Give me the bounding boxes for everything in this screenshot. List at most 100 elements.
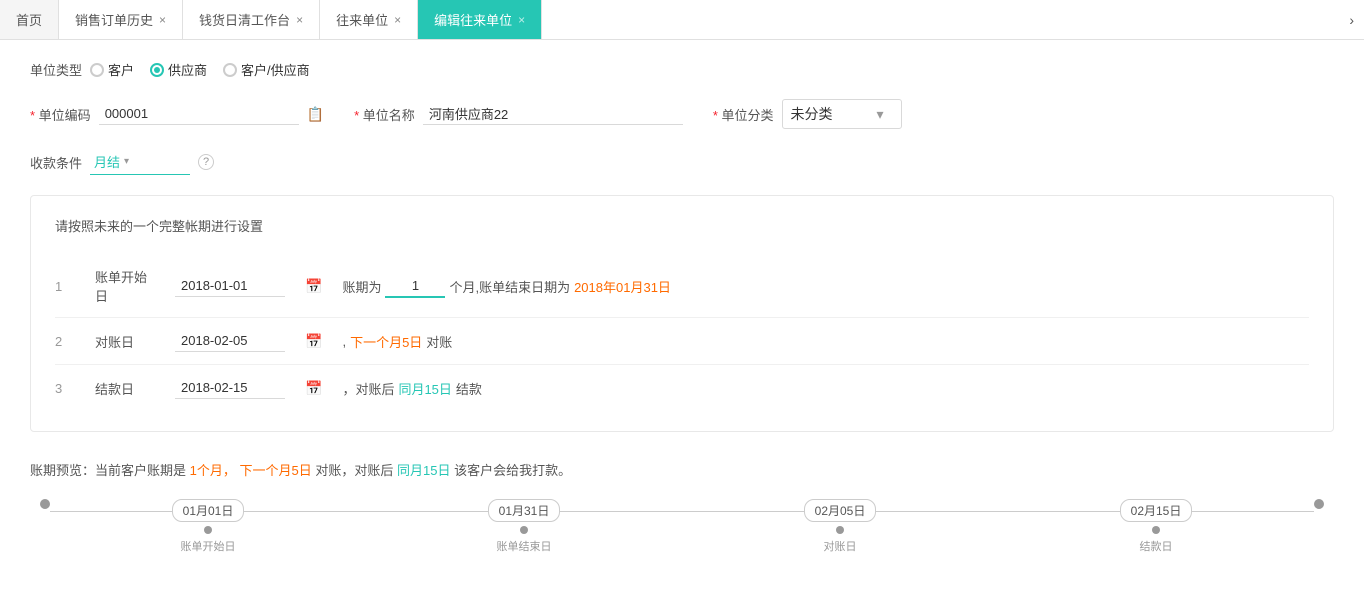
preview-part3: 同月15日 — [397, 463, 450, 478]
row-type-3: 结款日 — [95, 379, 155, 398]
radio-circle-both — [223, 63, 237, 77]
preview-end: 该客户会给我打款。 — [454, 463, 571, 478]
unit-category-group: 单位分类 未分类 ▾ — [713, 99, 902, 129]
unit-type-group: 单位类型 客户 供应商 客户/供应商 — [30, 60, 310, 79]
tl-sublabel-0: 账单开始日 — [180, 538, 235, 554]
tl-label-3: 02月15日 — [1120, 499, 1193, 522]
row-num-2: 2 — [55, 334, 75, 349]
preview-part1: 1个月， — [190, 463, 236, 478]
tab-more-button[interactable]: › — [1339, 0, 1364, 39]
unit-code-input[interactable] — [99, 103, 299, 125]
setting-row-3: 3 结款日 📅 ，对账后 同月15日 结款 — [55, 365, 1309, 411]
unit-name-label: 单位名称 — [354, 105, 415, 124]
period-months-input[interactable] — [385, 275, 445, 298]
payment-terms-group: 收款条件 月结 ▾ ? — [30, 149, 214, 175]
timeline-dot-end — [1314, 499, 1324, 509]
panel-description: 请按照未来的一个完整帐期进行设置 — [55, 216, 1309, 235]
reconcile-highlight: 下一个月5日 — [350, 332, 422, 351]
preview-label: 账期预览：当前客户账期是 — [30, 463, 186, 478]
reconcile-after: 对账 — [426, 332, 452, 351]
tl-dot-3 — [1152, 526, 1160, 534]
unit-type-label: 单位类型 — [30, 60, 82, 79]
main-content: 单位类型 客户 供应商 客户/供应商 单位编码 📋 — [0, 40, 1364, 608]
chevron-right-icon: › — [1349, 12, 1354, 28]
radio-label-customer: 客户 — [108, 60, 134, 79]
tab-home[interactable]: 首页 — [0, 0, 59, 39]
radio-customer[interactable]: 客户 — [90, 60, 134, 79]
radio-group-unit-type: 客户 供应商 客户/供应商 — [90, 60, 310, 79]
start-date-input[interactable] — [175, 275, 285, 297]
tab-edit-partner[interactable]: 编辑往来单位 × — [418, 0, 542, 39]
unit-name-input[interactable] — [423, 103, 683, 125]
unit-category-label: 单位分类 — [713, 105, 774, 124]
tab-cash-work[interactable]: 钱货日清工作台 × — [183, 0, 320, 39]
period-end-date: 2018年01月31日 — [574, 277, 671, 296]
row-1-desc: 账期为 个月,账单结束日期为 2018年01月31日 — [342, 275, 670, 298]
radio-circle-supplier — [150, 63, 164, 77]
timeline-start-dot — [40, 499, 50, 509]
tl-point-2: 02月05日 对账日 — [804, 499, 877, 554]
unit-category-value: 未分类 — [791, 104, 833, 124]
reconcile-before: , — [342, 334, 346, 349]
tl-point-0: 01月01日 账单开始日 — [172, 499, 245, 554]
radio-supplier[interactable]: 供应商 — [150, 60, 207, 79]
row-3-desc: ，对账后 同月15日 结款 — [342, 379, 482, 398]
tab-close-cash[interactable]: × — [296, 13, 303, 27]
row-type-2: 对账日 — [95, 332, 155, 351]
tl-dot-2 — [836, 526, 844, 534]
unit-name-group: 单位名称 — [354, 103, 683, 125]
payment-before-text: ，对账后 — [342, 379, 394, 398]
tl-point-1: 01月31日 账单结束日 — [488, 499, 561, 554]
period-unit-text: 个月,账单结束日期为 — [449, 277, 570, 296]
row-num-3: 3 — [55, 381, 75, 396]
settings-panel: 请按照未来的一个完整帐期进行设置 1 账单开始日 📅 账期为 个月,账单结束日期… — [30, 195, 1334, 432]
help-icon[interactable]: ? — [198, 154, 214, 170]
tl-dot-0 — [204, 526, 212, 534]
copy-icon[interactable]: 📋 — [307, 106, 324, 123]
tab-close-partners[interactable]: × — [394, 13, 401, 27]
payment-terms-value: 月结 — [94, 152, 120, 171]
tab-close-edit[interactable]: × — [518, 13, 525, 27]
calendar-icon-3[interactable]: 📅 — [305, 380, 322, 397]
reconcile-date-input[interactable] — [175, 330, 285, 352]
radio-circle-customer — [90, 63, 104, 77]
chevron-down-icon-category: ▾ — [877, 106, 884, 123]
timeline-points: 01月01日 账单开始日 01月31日 账单结束日 02月05日 对账日 — [50, 499, 1314, 554]
calendar-icon-1[interactable]: 📅 — [305, 278, 322, 295]
setting-row-2: 2 对账日 📅 , 下一个月5日 对账 — [55, 318, 1309, 365]
unit-type-row: 单位类型 客户 供应商 客户/供应商 — [30, 60, 1334, 79]
tl-sublabel-1: 账单结束日 — [496, 538, 551, 554]
payment-terms-select[interactable]: 月结 ▾ — [90, 149, 190, 175]
radio-label-both: 客户/供应商 — [241, 60, 310, 79]
tl-sublabel-3: 结款日 — [1139, 538, 1172, 554]
period-label: 账期为 — [342, 277, 381, 296]
preview-part2: 下一个月5日 — [240, 463, 312, 478]
tl-dot-1 — [520, 526, 528, 534]
timeline-dot-start — [40, 499, 50, 509]
tab-close-sales[interactable]: × — [159, 13, 166, 27]
tl-label-2: 02月05日 — [804, 499, 877, 522]
calendar-icon-2[interactable]: 📅 — [305, 333, 322, 350]
tab-bar: 首页 销售订单历史 × 钱货日清工作台 × 往来单位 × 编辑往来单位 × › — [0, 0, 1364, 40]
tl-label-0: 01月01日 — [172, 499, 245, 522]
radio-label-supplier: 供应商 — [168, 60, 207, 79]
chevron-down-icon-payment: ▾ — [124, 156, 129, 167]
unit-category-select[interactable]: 未分类 ▾ — [782, 99, 902, 129]
payment-after-text: 结款 — [456, 379, 482, 398]
timeline-end-dot — [1314, 499, 1324, 509]
tl-label-1: 01月31日 — [488, 499, 561, 522]
setting-row-1: 1 账单开始日 📅 账期为 个月,账单结束日期为 2018年01月31日 — [55, 255, 1309, 318]
row-num-1: 1 — [55, 279, 75, 294]
timeline-container: 01月01日 账单开始日 01月31日 账单结束日 02月05日 对账日 — [40, 499, 1324, 554]
tab-sales-history[interactable]: 销售订单历史 × — [59, 0, 183, 39]
tl-sublabel-2: 对账日 — [823, 538, 856, 554]
tab-partners[interactable]: 往来单位 × — [320, 0, 418, 39]
code-name-row: 单位编码 📋 单位名称 单位分类 未分类 ▾ — [30, 99, 1334, 129]
payment-highlight: 同月15日 — [398, 379, 451, 398]
payment-date-input[interactable] — [175, 377, 285, 399]
unit-code-label: 单位编码 — [30, 105, 91, 124]
radio-both[interactable]: 客户/供应商 — [223, 60, 310, 79]
payment-terms-row: 收款条件 月结 ▾ ? — [30, 149, 1334, 175]
tl-point-3: 02月15日 结款日 — [1120, 499, 1193, 554]
preview-text: 账期预览：当前客户账期是 1个月， 下一个月5日 对账，对账后 同月15日 该客… — [30, 460, 1334, 479]
